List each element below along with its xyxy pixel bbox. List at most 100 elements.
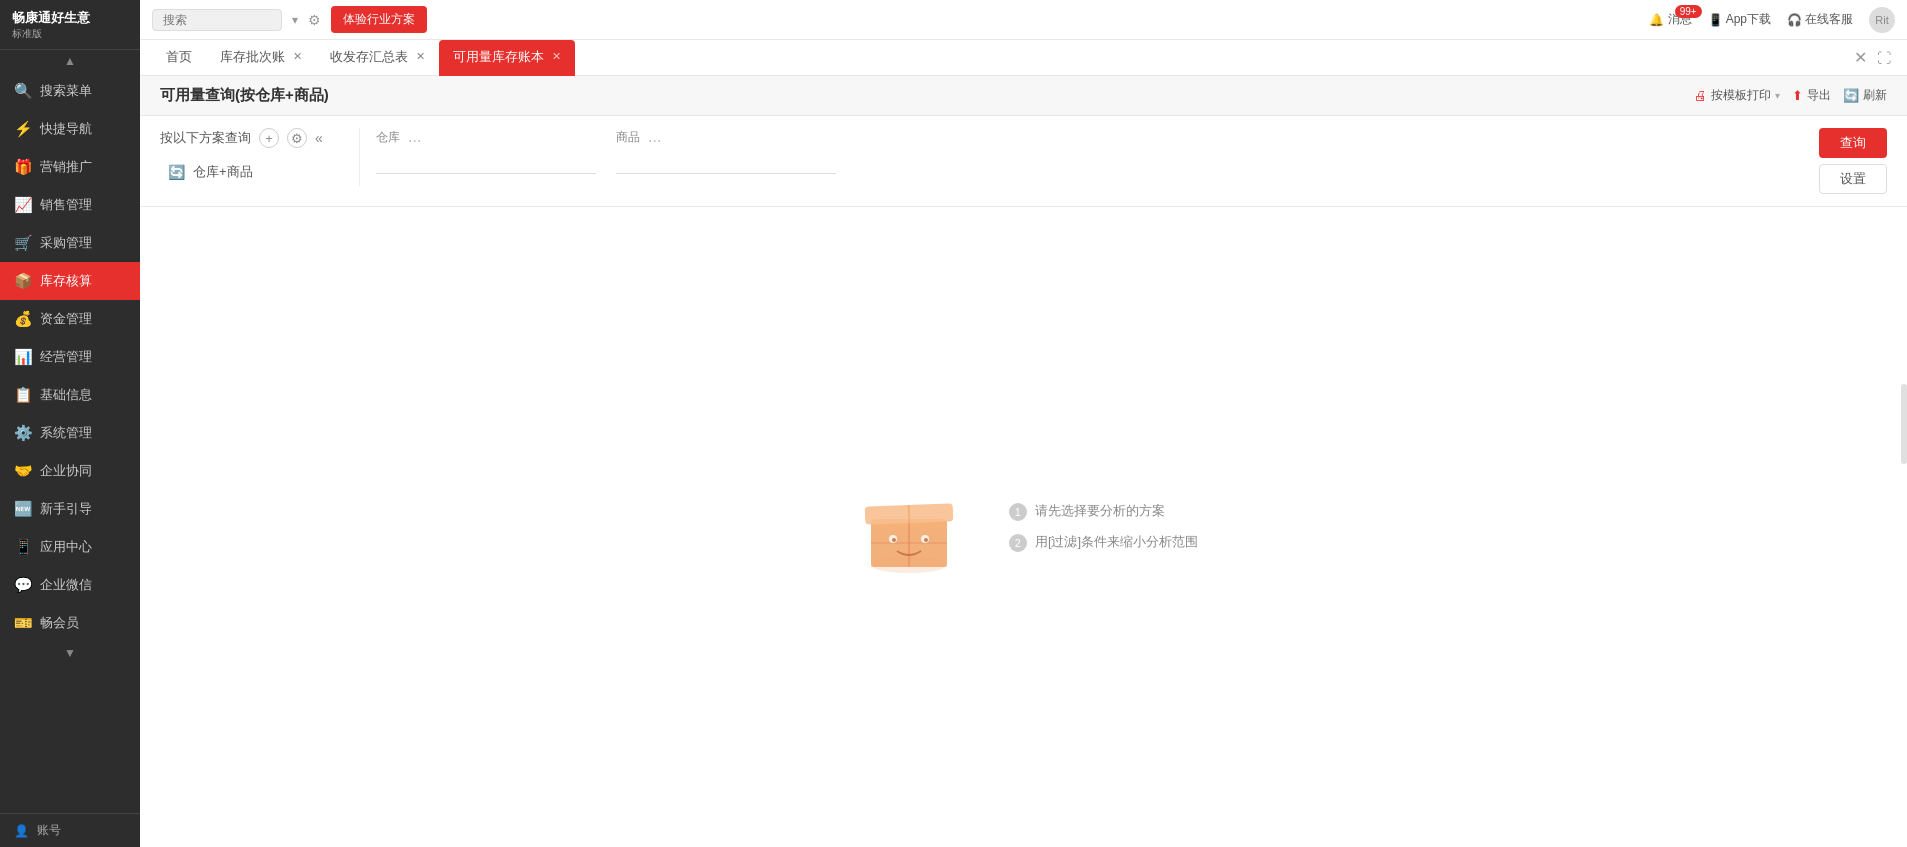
empty-illustration (849, 477, 969, 577)
sidebar-item-label: 资金管理 (40, 310, 92, 328)
scheme-warehouse-goods[interactable]: 🔄 仓库+商品 (160, 158, 343, 186)
sidebar-item-label: 采购管理 (40, 234, 92, 252)
print-button[interactable]: 🖨 按模板打印 ▾ (1694, 87, 1780, 104)
sidebar-item-label: 应用中心 (40, 538, 92, 556)
empty-state: 1 请先选择要分析的方案 2 用[过滤]条件来缩小分析范围 (140, 207, 1907, 847)
goods-input[interactable] (616, 150, 836, 174)
sidebar-item-wechat[interactable]: 💬 企业微信 (0, 566, 140, 604)
system-icon: ⚙️ (14, 424, 32, 442)
close-all-tabs-button[interactable]: ✕ (1848, 48, 1873, 67)
sidebar-item-label: 库存核算 (40, 272, 92, 290)
sidebar-item-search[interactable]: 🔍 搜索菜单 (0, 72, 140, 110)
right-scrollbar[interactable] (1901, 384, 1907, 464)
sidebar-item-inventory[interactable]: 📦 库存核算 (0, 262, 140, 300)
scheme-warehouse-icon: 🔄 (168, 164, 185, 180)
sidebar-scroll-down[interactable]: ▼ (0, 642, 140, 664)
sidebar-item-basic-info[interactable]: 📋 基础信息 (0, 376, 140, 414)
tab-close-batch-account[interactable]: ✕ (293, 50, 302, 63)
gear-icon[interactable]: ⚙ (308, 12, 321, 28)
sidebar: 畅康通好生意 标准版 ▲ 🔍 搜索菜单 ⚡ 快捷导航 🎁 营销推广 📈 销售管理… (0, 0, 140, 847)
bottom-user-label: 账号 (37, 822, 61, 839)
inventory-icon: 📦 (14, 272, 32, 290)
sidebar-logo: 畅康通好生意 标准版 (0, 0, 140, 50)
tab-close-receipt-summary[interactable]: ✕ (416, 50, 425, 63)
filter-config-button[interactable]: ⚙ (287, 128, 307, 148)
empty-hint-2: 2 用[过滤]条件来缩小分析范围 (1009, 533, 1198, 552)
gift-icon: 🎁 (14, 158, 32, 176)
tab-available-stock[interactable]: 可用量库存账本 ✕ (439, 40, 575, 76)
sidebar-item-guide[interactable]: 🆕 新手引导 (0, 490, 140, 528)
refresh-button[interactable]: 🔄 刷新 (1843, 87, 1887, 104)
tab-available-stock-label: 可用量库存账本 (453, 48, 544, 66)
empty-hint-1: 1 请先选择要分析的方案 (1009, 502, 1198, 521)
page-title: 可用量查询(按仓库+商品) (160, 86, 329, 105)
svg-line-6 (909, 505, 910, 523)
topbar-right: 🔔 消息 99+ 📱 App下载 🎧 在线客服 Rit (1649, 7, 1895, 33)
bell-icon: 🔔 (1649, 13, 1664, 27)
tab-batch-account-label: 库存批次账 (220, 48, 285, 66)
warehouse-more-button[interactable]: ... (408, 128, 421, 146)
empty-box-svg (849, 477, 969, 577)
tab-batch-account[interactable]: 库存批次账 ✕ (206, 40, 316, 76)
online-service-link[interactable]: 🎧 在线客服 (1787, 11, 1853, 28)
app-download-link[interactable]: 📱 App下载 (1708, 11, 1771, 28)
topbar: ▾ ⚙ 体验行业方案 🔔 消息 99+ 📱 App下载 🎧 在线客服 Rit (140, 0, 1907, 40)
tab-close-available-stock[interactable]: ✕ (552, 50, 561, 63)
guide-icon: 🆕 (14, 500, 32, 518)
settings-button[interactable]: 设置 (1819, 164, 1887, 194)
hint-number-1: 1 (1009, 503, 1027, 521)
app-center-icon: 📱 (14, 538, 32, 556)
user-avatar[interactable]: Rit (1869, 7, 1895, 33)
sidebar-item-label: 基础信息 (40, 386, 92, 404)
user-icon: 👤 (14, 824, 29, 838)
sidebar-item-app-center[interactable]: 📱 应用中心 (0, 528, 140, 566)
sidebar-item-label: 营销推广 (40, 158, 92, 176)
sidebar-item-enterprise[interactable]: 🤝 企业协同 (0, 452, 140, 490)
sidebar-item-label: 系统管理 (40, 424, 92, 442)
tab-receipt-summary[interactable]: 收发存汇总表 ✕ (316, 40, 439, 76)
filter-section-label: 按以下方案查询 (160, 129, 251, 147)
sidebar-item-operations[interactable]: 📊 经营管理 (0, 338, 140, 376)
filter-area: 按以下方案查询 + ⚙ « 🔄 仓库+商品 仓库 ... 商品 (140, 116, 1907, 207)
warehouse-input[interactable] (376, 150, 596, 174)
operations-icon: 📊 (14, 348, 32, 366)
phone-icon: 📱 (1708, 13, 1723, 27)
filter-header: 按以下方案查询 + ⚙ « (160, 128, 343, 148)
sales-icon: 📈 (14, 196, 32, 214)
sidebar-item-members[interactable]: 🎫 畅会员 (0, 604, 140, 642)
sidebar-item-label: 企业协同 (40, 462, 92, 480)
svg-point-9 (892, 538, 896, 542)
app-name: 畅康通好生意 (12, 10, 128, 27)
sidebar-item-system[interactable]: ⚙️ 系统管理 (0, 414, 140, 452)
page-header: 可用量查询(按仓库+商品) 🖨 按模板打印 ▾ ⬆ 导出 🔄 刷新 (140, 76, 1907, 116)
filter-add-button[interactable]: + (259, 128, 279, 148)
sidebar-item-label: 新手引导 (40, 500, 92, 518)
expand-tabs-button[interactable]: ⛶ (1873, 50, 1895, 66)
tab-bar: 首页 库存批次账 ✕ 收发存汇总表 ✕ 可用量库存账本 ✕ ✕ ⛶ (140, 40, 1907, 76)
goods-more-button[interactable]: ... (648, 128, 661, 146)
sidebar-item-label: 快捷导航 (40, 120, 92, 138)
sidebar-item-shortcuts[interactable]: ⚡ 快捷导航 (0, 110, 140, 148)
chevron-down-icon[interactable]: ▾ (292, 13, 298, 27)
notification-button[interactable]: 🔔 消息 99+ (1649, 11, 1692, 28)
export-button[interactable]: ⬆ 导出 (1792, 87, 1831, 104)
filter-field-goods: 商品 ... (616, 128, 836, 174)
sidebar-item-finance[interactable]: 💰 资金管理 (0, 300, 140, 338)
sidebar-item-sales[interactable]: 📈 销售管理 (0, 186, 140, 224)
sidebar-item-label: 销售管理 (40, 196, 92, 214)
sidebar-item-marketing[interactable]: 🎁 营销推广 (0, 148, 140, 186)
sidebar-bottom-user[interactable]: 👤 账号 (0, 813, 140, 847)
hint-number-2: 2 (1009, 534, 1027, 552)
headset-icon: 🎧 (1787, 13, 1802, 27)
tab-home[interactable]: 首页 (152, 40, 206, 76)
filter-collapse-button[interactable]: « (315, 130, 323, 146)
wechat-icon: 💬 (14, 576, 32, 594)
sidebar-item-purchase[interactable]: 🛒 采购管理 (0, 224, 140, 262)
topbar-search-input[interactable] (152, 9, 282, 31)
sidebar-item-label: 经营管理 (40, 348, 92, 366)
industry-solution-button[interactable]: 体验行业方案 (331, 6, 427, 33)
query-button[interactable]: 查询 (1819, 128, 1887, 158)
hint-text-1: 请先选择要分析的方案 (1035, 502, 1165, 520)
empty-hints: 1 请先选择要分析的方案 2 用[过滤]条件来缩小分析范围 (1009, 502, 1198, 552)
sidebar-scroll-up[interactable]: ▲ (0, 50, 140, 72)
